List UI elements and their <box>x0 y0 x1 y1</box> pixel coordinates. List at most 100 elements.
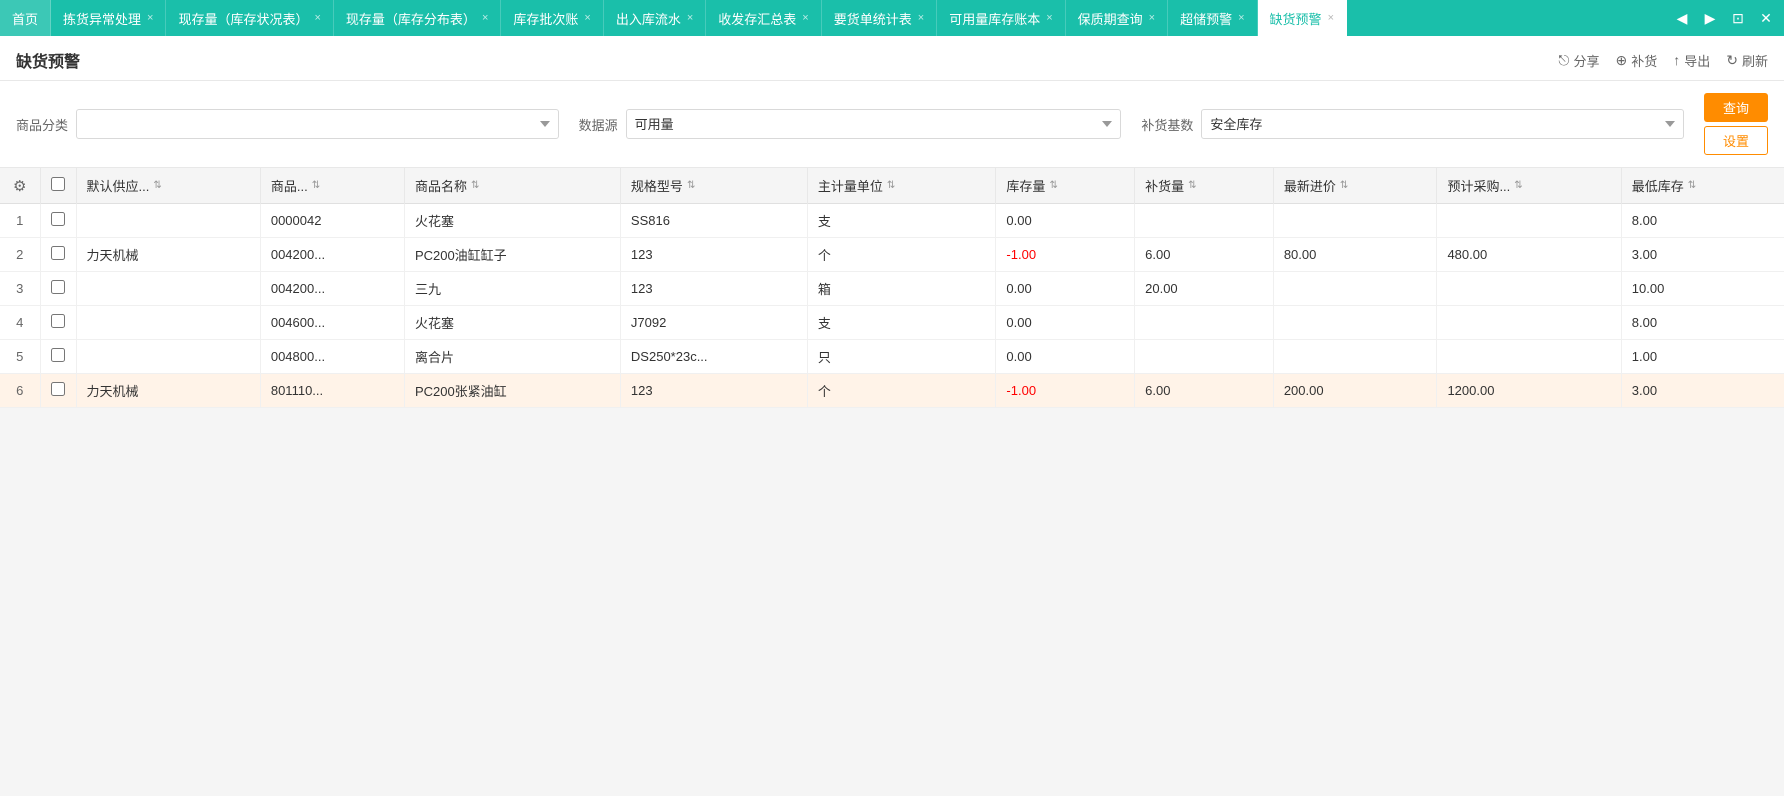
cell-stock: -1.00 <box>996 374 1135 408</box>
close-tab-expire[interactable]: × <box>1149 12 1155 24</box>
nav-tab-expire[interactable]: 保质期查询 × <box>1066 0 1168 36</box>
th-product-code[interactable]: 商品... ⇅ <box>260 168 404 204</box>
category-select[interactable] <box>76 109 559 139</box>
table-settings-icon[interactable]: ⚙ <box>13 178 26 195</box>
cell-supplier: 力天机械 <box>76 238 260 272</box>
cell-estimated-purchase <box>1437 306 1621 340</box>
nav-tab-summary[interactable]: 收发存汇总表 × <box>706 0 821 36</box>
th-stock[interactable]: 库存量 ⇅ <box>996 168 1135 204</box>
cell-estimated-purchase <box>1437 272 1621 306</box>
export-action[interactable]: ↑ 导出 <box>1673 51 1710 70</box>
close-tab-stock1[interactable]: × <box>314 12 320 24</box>
nav-tab-batch[interactable]: 库存批次账 × <box>501 0 603 36</box>
row-num: 5 <box>0 340 40 374</box>
replenish-base-filter-group: 补货基数 安全库存 <box>1141 109 1684 139</box>
row-checkbox[interactable] <box>51 314 65 328</box>
nav-tab-available[interactable]: 可用量库存账本 × <box>937 0 1065 36</box>
close-tab-batch[interactable]: × <box>584 12 590 24</box>
cell-replenish: 20.00 <box>1135 272 1274 306</box>
th-unit[interactable]: 主计量单位 ⇅ <box>807 168 996 204</box>
close-tab-stock2[interactable]: × <box>482 12 488 24</box>
cell-supplier: 力天机械 <box>76 374 260 408</box>
th-min-stock[interactable]: 最低库存 ⇅ <box>1621 168 1784 204</box>
row-checkbox-cell[interactable] <box>40 374 76 408</box>
nav-tab-overstock[interactable]: 超储预警 × <box>1168 0 1257 36</box>
cell-estimated-purchase: 480.00 <box>1437 238 1621 272</box>
cell-estimated-purchase <box>1437 204 1621 238</box>
th-checkbox[interactable] <box>40 168 76 204</box>
nav-tab-stock2[interactable]: 现存量（库存分布表） × <box>334 0 501 36</box>
th-estimated-purchase[interactable]: 预计采购... ⇅ <box>1437 168 1621 204</box>
cell-product-name: 三九 <box>404 272 620 306</box>
cell-product-name: PC200油缸缸子 <box>404 238 620 272</box>
cell-unit: 支 <box>807 306 996 340</box>
share-action[interactable]: ⎋ 分享 <box>1558 51 1599 70</box>
cell-product-name: 离合片 <box>404 340 620 374</box>
close-tab-pick[interactable]: × <box>147 12 153 24</box>
table-row: 4 004600... 火花塞 J7092 支 0.00 8.00 <box>0 306 1784 340</box>
datasource-label: 数据源 <box>579 115 618 134</box>
close-tab-shortage[interactable]: × <box>1328 12 1334 24</box>
row-checkbox-cell[interactable] <box>40 306 76 340</box>
th-latest-price[interactable]: 最新进价 ⇅ <box>1273 168 1437 204</box>
close-tab-available[interactable]: × <box>1046 12 1052 24</box>
row-checkbox[interactable] <box>51 212 65 226</box>
select-all-checkbox[interactable] <box>51 177 65 191</box>
settings-button[interactable]: 设置 <box>1704 126 1768 155</box>
th-default-supplier[interactable]: 默认供应... ⇅ <box>76 168 260 204</box>
cell-unit: 支 <box>807 204 996 238</box>
cell-spec: DS250*23c... <box>620 340 807 374</box>
close-tab-overstock[interactable]: × <box>1238 12 1244 24</box>
cell-supplier <box>76 204 260 238</box>
page-title: 缺货预警 <box>16 48 80 72</box>
th-product-name[interactable]: 商品名称 ⇅ <box>404 168 620 204</box>
close-tab-inout[interactable]: × <box>687 12 693 24</box>
row-checkbox-cell[interactable] <box>40 340 76 374</box>
row-checkbox[interactable] <box>51 280 65 294</box>
header-actions: ⎋ 分享 ⊕ 补货 ↑ 导出 ↻ 刷新 <box>1558 51 1768 70</box>
table-body: 1 0000042 火花塞 SS816 支 0.00 8.00 2 力天机械 0… <box>0 204 1784 408</box>
close-tab-summary[interactable]: × <box>802 12 808 24</box>
cell-stock: 0.00 <box>996 204 1135 238</box>
sort-icon-unit: ⇅ <box>887 180 895 191</box>
cell-unit: 只 <box>807 340 996 374</box>
row-checkbox[interactable] <box>51 382 65 396</box>
nav-prev-button[interactable]: ◀ <box>1668 4 1696 32</box>
row-checkbox-cell[interactable] <box>40 238 76 272</box>
th-spec[interactable]: 规格型号 ⇅ <box>620 168 807 204</box>
cell-product-code: 004600... <box>260 306 404 340</box>
row-checkbox-cell[interactable] <box>40 204 76 238</box>
table-row: 6 力天机械 801110... PC200张紧油缸 123 个 -1.00 6… <box>0 374 1784 408</box>
nav-tab-stock1[interactable]: 现存量（库存状况表） × <box>166 0 333 36</box>
cell-min-stock: 8.00 <box>1621 306 1784 340</box>
row-checkbox[interactable] <box>51 348 65 362</box>
sort-icon-name: ⇅ <box>471 180 479 191</box>
sort-icon-code: ⇅ <box>312 180 320 191</box>
row-checkbox[interactable] <box>51 246 65 260</box>
nav-tab-shortage[interactable]: 缺货预警 × <box>1258 0 1347 36</box>
row-checkbox-cell[interactable] <box>40 272 76 306</box>
th-replenish[interactable]: 补货量 ⇅ <box>1135 168 1274 204</box>
table-row: 5 004800... 离合片 DS250*23c... 只 0.00 1.00 <box>0 340 1784 374</box>
cell-product-name: PC200张紧油缸 <box>404 374 620 408</box>
nav-next-button[interactable]: ▶ <box>1696 4 1724 32</box>
nav-tab-order[interactable]: 要货单统计表 × <box>822 0 937 36</box>
cell-stock: 0.00 <box>996 306 1135 340</box>
cell-replenish <box>1135 306 1274 340</box>
sort-icon-supplier: ⇅ <box>153 180 161 191</box>
datasource-select[interactable]: 可用量 <box>626 109 1122 139</box>
replenish-base-select[interactable]: 安全库存 <box>1201 109 1684 139</box>
cell-spec: 123 <box>620 374 807 408</box>
close-tab-order[interactable]: × <box>918 12 924 24</box>
th-settings[interactable]: ⚙ <box>0 168 40 204</box>
nav-restore-button[interactable]: ⊡ <box>1724 4 1752 32</box>
nav-tab-pick[interactable]: 拣货异常处理 × <box>51 0 166 36</box>
nav-close-button[interactable]: ✕ <box>1752 4 1780 32</box>
replenish-icon: ⊕ <box>1615 52 1627 69</box>
query-button[interactable]: 查询 <box>1704 93 1768 122</box>
cell-latest-price <box>1273 272 1437 306</box>
replenish-action[interactable]: ⊕ 补货 <box>1615 51 1657 70</box>
nav-tab-inout[interactable]: 出入库流水 × <box>604 0 706 36</box>
nav-tab-home[interactable]: 首页 <box>0 0 51 36</box>
refresh-action[interactable]: ↻ 刷新 <box>1726 51 1768 70</box>
